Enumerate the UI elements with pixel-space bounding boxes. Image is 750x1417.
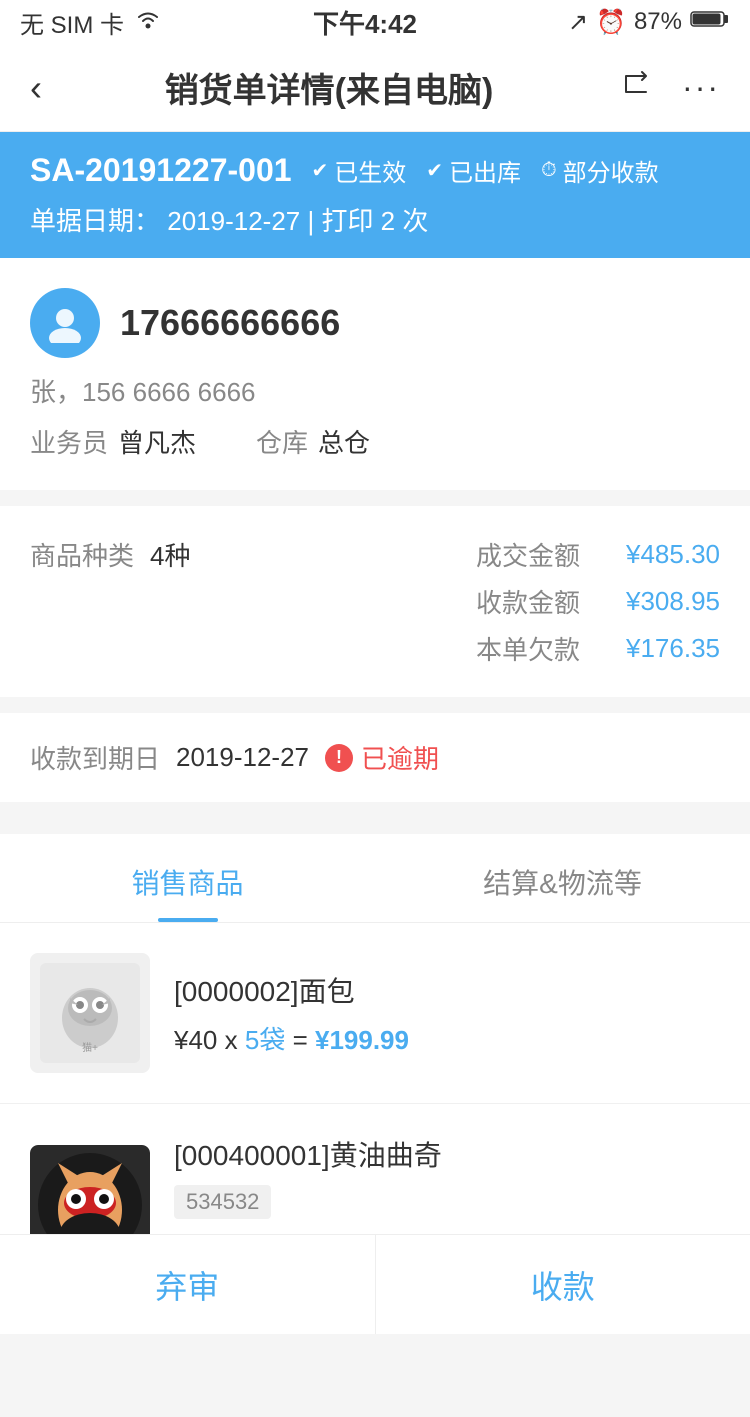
product-name-1: [0000002]面包 — [174, 970, 720, 1010]
clock-icon: ⏱ — [541, 159, 557, 182]
tabs-section: 销售商品 结算&物流等 — [0, 834, 750, 923]
customer-avatar — [30, 288, 100, 358]
salesperson-value: 曾凡杰 — [118, 423, 196, 460]
customer-phone: 17666666666 — [120, 302, 340, 344]
share-icon[interactable] — [616, 66, 652, 110]
print-info: | 打印 2 次 — [307, 206, 428, 236]
location-icon: ↗ — [568, 8, 588, 37]
check-icon-1: ✔ — [312, 158, 329, 183]
customer-name-phone: 张，156 6666 6666 — [30, 372, 720, 409]
order-date-line: 单据日期： 2019-12-27 | 打印 2 次 — [30, 201, 720, 238]
badge-label-3: 部分收款 — [563, 153, 659, 188]
sim-status: 无 SIM 卡 — [20, 5, 124, 40]
order-date-value: 2019-12-27 — [167, 206, 300, 236]
salesperson-meta: 业务员 曾凡杰 — [30, 423, 196, 460]
due-date-value: 2019-12-27 — [176, 742, 309, 773]
received-amount-label: 收款金额 — [476, 583, 580, 620]
nav-bar: ‹ 销货单详情(来自电脑) ··· — [0, 44, 750, 132]
product-types-value: 4种 — [150, 536, 190, 573]
cancel-button[interactable]: 弃审 — [0, 1235, 376, 1334]
order-header: SA-20191227-001 ✔ 已生效 ✔ 已出库 ⏱ 部分收款 单据日期：… — [0, 132, 750, 258]
product-info-1: [0000002]面包 ¥40 x 5袋 = ¥199.99 — [174, 970, 720, 1057]
owed-amount-label: 本单欠款 — [476, 630, 580, 667]
deal-amount-label: 成交金额 — [476, 536, 580, 573]
total-1: ¥199.99 — [315, 1025, 409, 1055]
badge-partial-payment: ⏱ 部分收款 — [541, 153, 659, 188]
page-title: 销货单详情(来自电脑) — [165, 63, 494, 112]
warehouse-meta: 仓库 总仓 — [256, 423, 370, 460]
product-sku-2: 534532 — [174, 1185, 271, 1219]
status-bar: 无 SIM 卡 下午4:42 ↗ ⏰ 87% — [0, 0, 750, 44]
warehouse-label: 仓库 — [256, 423, 308, 460]
received-amount-row: 收款金额 ¥308.95 — [476, 583, 720, 620]
qty-1: 5袋 — [245, 1025, 285, 1055]
tab-products[interactable]: 销售商品 — [0, 834, 375, 922]
wifi-icon — [134, 8, 162, 36]
battery-icon — [690, 8, 730, 36]
product-types-label: 商品种类 — [30, 536, 134, 573]
battery-level: 87% — [634, 8, 682, 36]
warehouse-value: 总仓 — [318, 423, 370, 460]
bottom-bar: 弃审 收款 — [0, 1234, 750, 1334]
check-icon-2: ✔ — [426, 158, 443, 183]
deal-amount-row: 成交金额 ¥485.30 — [476, 536, 720, 573]
product-thumb-1: 猫+ — [30, 953, 150, 1073]
badge-label-2: 已出库 — [449, 153, 521, 188]
status-left: 无 SIM 卡 — [20, 5, 162, 40]
overdue-label: 已逾期 — [361, 739, 439, 776]
salesperson-label: 业务员 — [30, 423, 108, 460]
badge-effective: ✔ 已生效 — [312, 153, 407, 188]
deal-amount-value: ¥485.30 — [600, 539, 720, 570]
owed-amount-value: ¥176.35 — [600, 633, 720, 664]
overdue-icon: ! — [325, 744, 353, 772]
product-types: 商品种类 4种 — [30, 536, 190, 573]
badge-label-1: 已生效 — [334, 153, 406, 188]
product-name-2: [000400001]黄油曲奇 — [174, 1134, 720, 1174]
status-time: 下午4:42 — [313, 4, 417, 41]
more-icon[interactable]: ··· — [682, 69, 720, 106]
due-date-section: 收款到期日 2019-12-27 ! 已逾期 — [0, 713, 750, 802]
alarm-icon: ⏰ — [596, 8, 626, 37]
order-date-label: 单据日期： — [30, 206, 160, 236]
received-amount-value: ¥308.95 — [600, 586, 720, 617]
nav-right-actions: ··· — [616, 66, 720, 110]
overdue-badge: ! 已逾期 — [325, 739, 439, 776]
confirm-button[interactable]: 收款 — [376, 1235, 750, 1334]
order-id: SA-20191227-001 — [30, 152, 292, 189]
stats-section: 商品种类 4种 成交金额 ¥485.30 收款金额 ¥308.95 本单欠款 ¥… — [0, 506, 750, 697]
badge-shipped: ✔ 已出库 — [426, 153, 521, 188]
status-right: ↗ ⏰ 87% — [568, 8, 730, 37]
back-button[interactable]: ‹ — [30, 67, 42, 109]
product-item-1: 猫+ [0000002]面包 ¥40 x 5袋 = ¥199.99 — [0, 923, 750, 1104]
svg-text:猫+: 猫+ — [82, 1041, 98, 1054]
amounts-section: 成交金额 ¥485.30 收款金额 ¥308.95 本单欠款 ¥176.35 — [476, 536, 720, 667]
product-price-1: ¥40 x 5袋 = ¥199.99 — [174, 1020, 720, 1057]
owed-amount-row: 本单欠款 ¥176.35 — [476, 630, 720, 667]
due-date-label: 收款到期日 — [30, 739, 160, 776]
tab-settlement[interactable]: 结算&物流等 — [375, 834, 750, 922]
divider-1 — [0, 818, 750, 834]
price-base-1: ¥40 — [174, 1025, 217, 1055]
customer-section: 17666666666 张，156 6666 6666 业务员 曾凡杰 仓库 总… — [0, 258, 750, 490]
